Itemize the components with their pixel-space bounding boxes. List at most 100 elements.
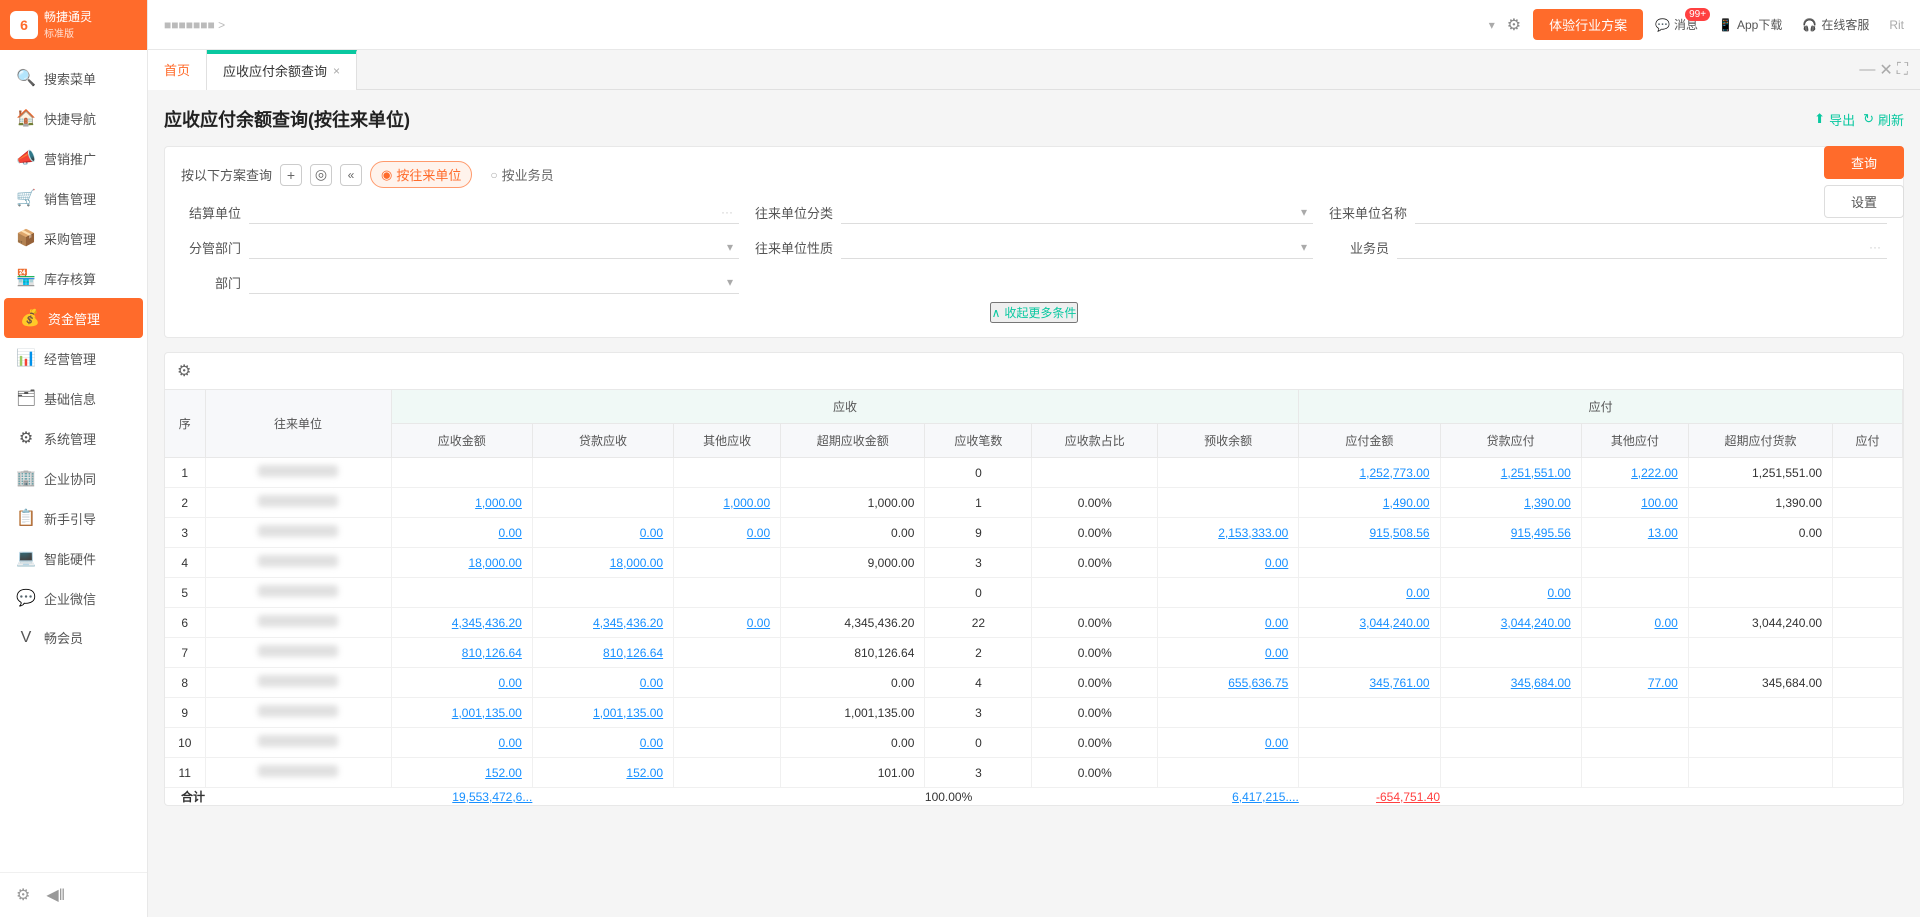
topbar-gear-icon[interactable]: ⚙	[1507, 15, 1521, 35]
collapse-button[interactable]: ∧ 收起更多条件	[990, 302, 1079, 323]
refresh-button[interactable]: ↻ 刷新	[1863, 110, 1904, 129]
filter-row-1: 结算单位 ··· 往来单位分类 ▾ 往来单位名称	[181, 200, 1887, 224]
sidebar-nav: 🔍 搜索菜单🏠 快捷导航📣 营销推广🛒 销售管理📦 采购管理🏪 库存核算💰 资金…	[0, 50, 147, 872]
td-yingfu-je	[1299, 548, 1440, 578]
tab-home[interactable]: 首页	[148, 50, 207, 90]
wanglai-name-input[interactable]	[1415, 200, 1887, 224]
sidebar-item-corp[interactable]: 🏢 企业协同	[0, 458, 147, 498]
sidebar-item-inventory[interactable]: 🏪 库存核算	[0, 258, 147, 298]
td-yingfu-dk: 1,251,551.00	[1440, 458, 1581, 488]
finance-icon: 💰	[20, 308, 40, 328]
sidebar-item-system[interactable]: ⚙ 系统管理	[0, 418, 147, 458]
td-yingshou-zb: 0.00%	[1032, 758, 1158, 788]
td-yingfu-dk	[1440, 758, 1581, 788]
total-yingfu-je[interactable]: -654,751.40	[1299, 788, 1440, 806]
td-yingshou-je: 0.00	[391, 728, 532, 758]
solution-button[interactable]: 体验行业方案	[1533, 9, 1643, 40]
app-download-button[interactable]: 📱 App下载	[1718, 16, 1782, 33]
td-no: 4	[165, 548, 205, 578]
sidebar-item-purchase[interactable]: 📦 采购管理	[0, 218, 147, 258]
sidebar-item-wechat[interactable]: 💬 企业微信	[0, 578, 147, 618]
settings-icon[interactable]: ⚙	[16, 885, 30, 905]
td-yushou: 0.00	[1158, 638, 1299, 668]
table-row: 5 0 0.00 0.00	[165, 578, 1903, 608]
breadcrumb-text: ■■■■■■■ >	[164, 18, 225, 32]
total-yingshou-je[interactable]: 19,553,472,6...	[391, 788, 532, 806]
sidebar-item-quicknav[interactable]: 🏠 快捷导航	[0, 98, 147, 138]
tab-close-icon[interactable]: ×	[333, 64, 340, 78]
td-yingshou-dk: 0.00	[532, 728, 673, 758]
jiesuan-input[interactable]: ···	[249, 201, 739, 224]
th-yingshou-qt: 其他应收	[674, 424, 781, 458]
td-yingfu-je: 915,508.56	[1299, 518, 1440, 548]
sidebar-item-operation[interactable]: 📊 经营管理	[0, 338, 147, 378]
td-yushou	[1158, 758, 1299, 788]
filter-schema-button[interactable]: ◎	[310, 164, 332, 186]
filter-scheme-item-salesman[interactable]: ○ 按业务员	[480, 161, 563, 188]
total-yushou[interactable]: 6,417,215....	[1158, 788, 1299, 806]
td-yingshou-dk: 0.00	[532, 518, 673, 548]
dept-arrow-icon: ▾	[727, 275, 733, 289]
dept-select[interactable]: ▾	[249, 271, 739, 294]
filter-scheme-chip-wanglai[interactable]: ◉ 按往来单位	[370, 161, 472, 188]
td-yingshou-zb: 0.00%	[1032, 548, 1158, 578]
td-yushou: 655,636.75	[1158, 668, 1299, 698]
filter-add-button[interactable]: +	[280, 164, 302, 186]
sidebar-item-search[interactable]: 🔍 搜索菜单	[0, 58, 147, 98]
td-no: 10	[165, 728, 205, 758]
query-actions: 查询 设置	[1824, 146, 1904, 218]
total-yingfu-cq	[1688, 788, 1832, 806]
wanglai-type-select[interactable]: ▾	[841, 201, 1313, 224]
user-name[interactable]: Rit	[1889, 18, 1904, 32]
td-yingshou-bs: 1	[925, 488, 1032, 518]
td-yingshou-cq: 0.00	[781, 668, 925, 698]
service-button[interactable]: 🎧 在线客服	[1802, 16, 1869, 33]
td-yingfu-dk	[1440, 548, 1581, 578]
td-yingshou-zb: 0.00%	[1032, 488, 1158, 518]
tab-active[interactable]: 应收应付余额查询 ×	[207, 50, 357, 90]
sidebar-item-guide[interactable]: 📋 新手引导	[0, 498, 147, 538]
close-window-icon[interactable]: ✕	[1879, 60, 1892, 80]
salesman-input[interactable]: ···	[1397, 236, 1887, 259]
td-unit	[205, 608, 391, 638]
marketing-icon: 📣	[16, 148, 36, 168]
th-yingshou-dk: 贷款应收	[532, 424, 673, 458]
td-yingshou-je: 1,000.00	[391, 488, 532, 518]
sidebar-label-finance: 资金管理	[48, 309, 100, 328]
table-row: 9 1,001,135.00 1,001,135.00 1,001,135.00…	[165, 698, 1903, 728]
td-yingshou-je	[391, 578, 532, 608]
topbar-dropdown[interactable]: ▾	[1489, 18, 1495, 32]
td-yingshou-zb: 0.00%	[1032, 518, 1158, 548]
td-yingfu-je	[1299, 728, 1440, 758]
query-button[interactable]: 查询	[1824, 146, 1904, 179]
td-no: 2	[165, 488, 205, 518]
td-unit	[205, 668, 391, 698]
sidebar-item-finance[interactable]: 💰 资金管理	[4, 298, 143, 338]
sidebar-item-marketing[interactable]: 📣 营销推广	[0, 138, 147, 178]
message-button[interactable]: 💬 消息 99+	[1655, 16, 1698, 33]
refresh-icon: ↻	[1863, 111, 1874, 127]
filter-expand-button[interactable]: «	[340, 164, 362, 186]
sidebar-item-basic[interactable]: 🗂 基础信息	[0, 378, 147, 418]
td-yingfu-dk	[1440, 698, 1581, 728]
table-settings-icon[interactable]: ⚙	[177, 361, 191, 381]
td-yingshou-bs: 0	[925, 578, 1032, 608]
sidebar-label-marketing: 营销推广	[44, 149, 96, 168]
td-yingfu-qt: 100.00	[1581, 488, 1688, 518]
export-button[interactable]: ⬆ 导出	[1814, 110, 1855, 129]
td-yingfu-dk	[1440, 728, 1581, 758]
td-yingshou-dk	[532, 578, 673, 608]
sidebar-item-member[interactable]: V 畅会员	[0, 618, 147, 657]
setting-button[interactable]: 设置	[1824, 185, 1904, 218]
sidebar-item-hardware[interactable]: 💻 智能硬件	[0, 538, 147, 578]
maximize-icon[interactable]: ⛶	[1897, 61, 1908, 79]
td-yushou: 0.00	[1158, 728, 1299, 758]
collapse-icon[interactable]: ◀‖	[46, 885, 65, 905]
fenguan-select[interactable]: ▾	[249, 236, 739, 259]
minimize-icon[interactable]: —	[1859, 61, 1875, 79]
td-yingfu-extra	[1833, 488, 1903, 518]
table-toolbar: ⚙	[165, 353, 1903, 390]
td-yingshou-cq: 9,000.00	[781, 548, 925, 578]
nature-select[interactable]: ▾	[841, 236, 1313, 259]
sidebar-item-sales[interactable]: 🛒 销售管理	[0, 178, 147, 218]
